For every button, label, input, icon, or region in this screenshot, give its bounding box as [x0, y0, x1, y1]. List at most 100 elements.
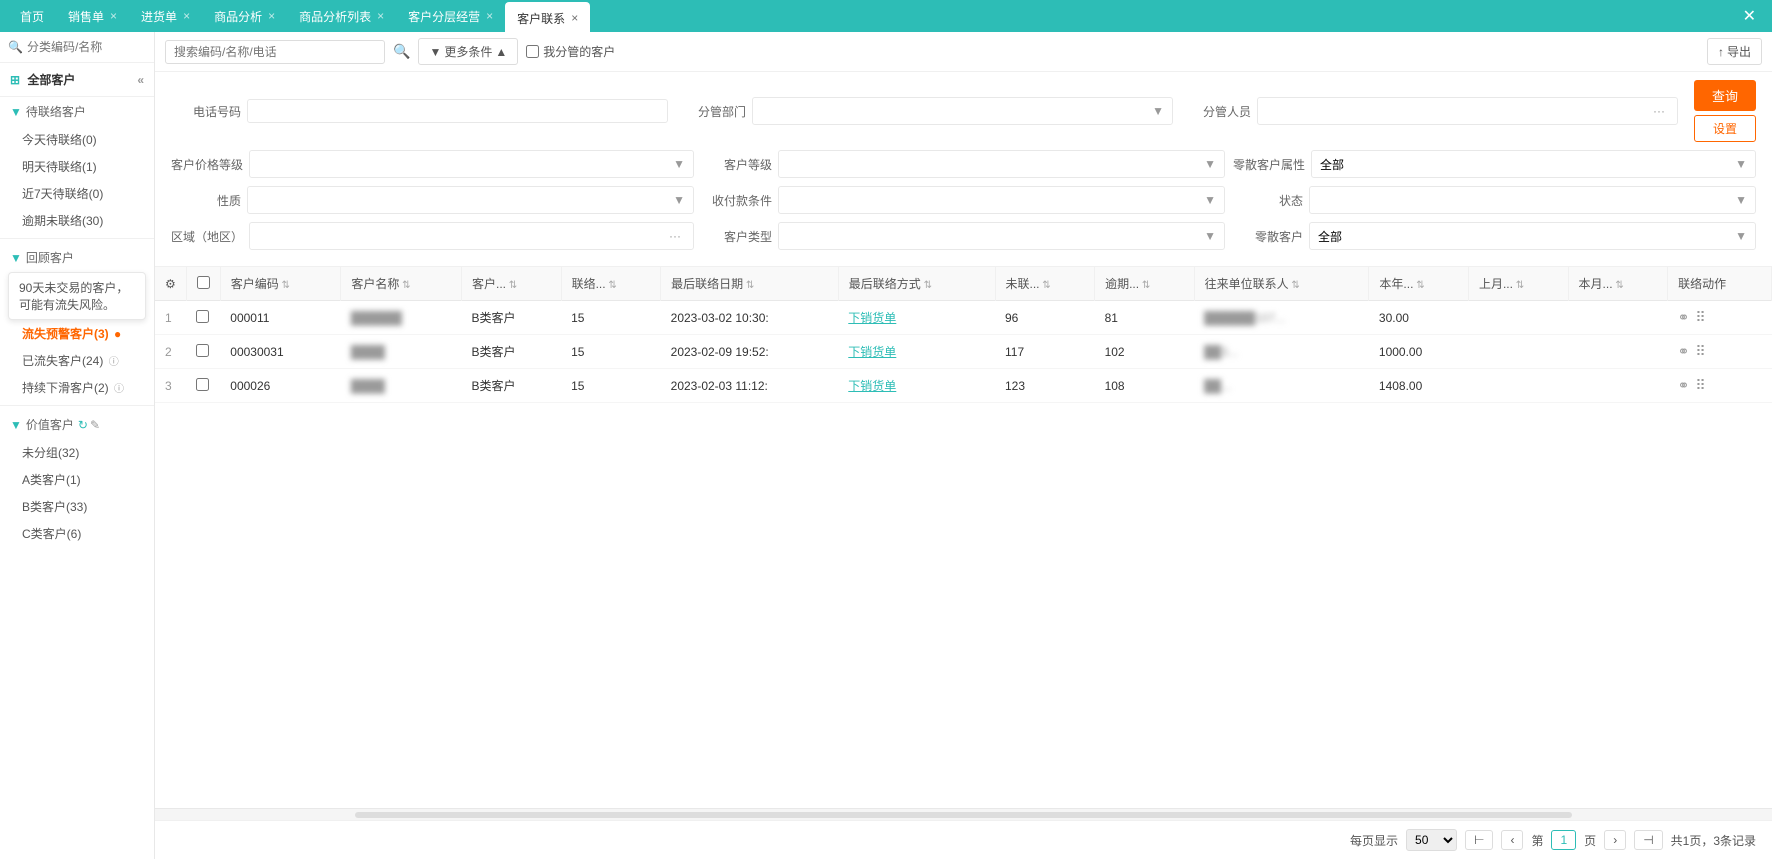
pagination-next[interactable]: › — [1604, 830, 1626, 850]
filter-field-region: 区域（地区） ··· — [171, 222, 694, 250]
col-unit-contact[interactable]: 往来单位联系人 — [1194, 267, 1369, 301]
sidebar-item-class-c[interactable]: C类客户(6) — [0, 520, 154, 547]
col-this-month[interactable]: 本月... — [1568, 267, 1668, 301]
horizontal-scrollbar[interactable] — [155, 808, 1772, 820]
sidebar-item-churn-warning[interactable]: 流失预警客户(3) ● — [0, 320, 154, 347]
sidebar-item-tomorrow[interactable]: 明天待联络(1) — [0, 153, 154, 180]
col-checkbox[interactable] — [186, 267, 220, 301]
sidebar-section-value[interactable]: ▼ 价值客户 ↻ ✎ — [0, 410, 154, 439]
action-more-icon[interactable]: ⠿ — [1695, 343, 1705, 360]
row-last-contact-method[interactable]: 下销货单 — [838, 301, 995, 335]
sidebar-item-churned[interactable]: 已流失客户(24) ⓘ — [0, 347, 154, 374]
search-input[interactable] — [165, 40, 385, 64]
customer-level-select[interactable]: ▼ — [778, 150, 1225, 178]
row-last-contact-method[interactable]: 下销货单 — [838, 369, 995, 403]
action-more-icon[interactable]: ⠿ — [1695, 377, 1705, 394]
col-last-contact-method[interactable]: 最后联络方式 — [838, 267, 995, 301]
row-checkbox[interactable] — [196, 310, 209, 323]
page-size-select[interactable]: 50 100 200 — [1406, 829, 1457, 851]
gender-select[interactable]: ▼ — [247, 186, 694, 214]
close-product-analysis-tab[interactable]: × — [268, 9, 275, 23]
tab-sales[interactable]: 销售单 × — [56, 0, 129, 32]
phone-input[interactable] — [247, 99, 668, 123]
region-select[interactable]: ··· — [249, 222, 694, 250]
pagination-prev[interactable]: ‹ — [1501, 830, 1523, 850]
price-level-select[interactable]: ▼ — [249, 150, 694, 178]
sidebar-item-today[interactable]: 今天待联络(0) — [0, 126, 154, 153]
row-last-contact-method[interactable]: 下销货单 — [838, 335, 995, 369]
close-purchase-tab[interactable]: × — [183, 9, 190, 23]
select-all-checkbox[interactable] — [197, 276, 210, 289]
row-checkbox-cell[interactable] — [186, 301, 220, 335]
close-product-analysis-list-tab[interactable]: × — [377, 9, 384, 23]
sidebar-collapse-icon[interactable]: « — [137, 73, 144, 87]
sidebar-item-ungrouped[interactable]: 未分组(32) — [0, 439, 154, 466]
filter-field-customer-level: 客户等级 ▼ — [702, 150, 1225, 178]
sidebar-item-overdue[interactable]: 逾期未联络(30) — [0, 207, 154, 234]
close-customer-layering-tab[interactable]: × — [486, 9, 493, 23]
query-button[interactable]: 查询 — [1694, 80, 1756, 111]
close-sales-tab[interactable]: × — [110, 9, 117, 23]
filter-row-1: 电话号码 分管部门 ▼ 分管人员 ··· — [171, 80, 1756, 142]
row-checkbox-cell[interactable] — [186, 335, 220, 369]
branch-select[interactable]: ▼ — [752, 97, 1173, 125]
export-button[interactable]: ↑ 导出 — [1707, 38, 1762, 65]
row-type: B类客户 — [462, 369, 562, 403]
zero-customer-select[interactable]: 全部 ▼ — [1309, 222, 1756, 250]
my-customers-checkbox[interactable] — [526, 45, 539, 58]
action-more-icon[interactable]: ⠿ — [1695, 309, 1705, 326]
tab-customer-contact[interactable]: 客户联系 × — [505, 2, 590, 34]
col-code[interactable]: 客户编码 — [220, 267, 341, 301]
row-type: B类客户 — [462, 301, 562, 335]
sidebar-item-class-b[interactable]: B类客户(33) — [0, 493, 154, 520]
col-un-contact[interactable]: 未联... — [995, 267, 1095, 301]
payment-select[interactable]: ▼ — [778, 186, 1225, 214]
tab-customer-layering[interactable]: 客户分层经营 × — [396, 0, 505, 32]
sidebar-item-class-a[interactable]: A类客户(1) — [0, 466, 154, 493]
col-contact[interactable]: 联络... — [561, 267, 661, 301]
row-checkbox[interactable] — [196, 344, 209, 357]
action-link-icon[interactable]: ⚭ — [1678, 377, 1690, 394]
search-button[interactable]: 🔍 — [393, 43, 410, 60]
more-conditions-button[interactable]: ▼ 更多条件 ▲ — [418, 38, 518, 65]
manager-more-btn[interactable]: ··· — [1649, 104, 1669, 118]
settings-button[interactable]: 设置 — [1694, 115, 1756, 142]
pagination-first[interactable]: ⊢ — [1465, 830, 1493, 850]
col-name[interactable]: 客户名称 — [341, 267, 462, 301]
zero-attr-select[interactable]: 全部 ▼ — [1311, 150, 1756, 178]
status-select[interactable]: ▼ — [1309, 186, 1756, 214]
customer-type-select[interactable]: ▼ — [778, 222, 1225, 250]
action-link-icon[interactable]: ⚭ — [1678, 343, 1690, 360]
value-refresh-icon[interactable]: ↻ — [78, 418, 88, 432]
sidebar-section-pending[interactable]: ▼ 待联络客户 — [0, 97, 154, 126]
col-gear[interactable]: ⚙ — [155, 267, 186, 301]
sidebar-item-7days[interactable]: 近7天待联络(0) — [0, 180, 154, 207]
row-checkbox-cell[interactable] — [186, 369, 220, 403]
manager-select[interactable]: ··· — [1257, 97, 1678, 125]
col-overdue[interactable]: 逾期... — [1095, 267, 1195, 301]
col-type[interactable]: 客户... — [462, 267, 562, 301]
tab-home[interactable]: 首页 — [8, 0, 56, 32]
payment-arrow: ▼ — [1204, 193, 1216, 207]
value-edit-icon[interactable]: ✎ — [90, 418, 100, 432]
tab-purchase[interactable]: 进货单 × — [129, 0, 202, 32]
my-customers-checkbox-label[interactable]: 我分管的客户 — [526, 43, 615, 60]
window-close-button[interactable]: ✕ — [1735, 6, 1764, 26]
col-this-year[interactable]: 本年... — [1369, 267, 1469, 301]
pagination-last[interactable]: ⊣ — [1634, 830, 1662, 850]
branch-arrow: ▼ — [1152, 104, 1164, 118]
sidebar-search-input[interactable] — [27, 40, 146, 54]
close-customer-contact-tab[interactable]: × — [571, 11, 578, 25]
action-link-icon[interactable]: ⚭ — [1678, 309, 1690, 326]
filter-row-3: 性质 ▼ 收付款条件 ▼ 状态 — [171, 186, 1756, 214]
tab-product-analysis[interactable]: 商品分析 × — [202, 0, 287, 32]
col-last-month[interactable]: 上月... — [1468, 267, 1568, 301]
col-last-contact-date[interactable]: 最后联络日期 — [661, 267, 839, 301]
tab-product-analysis-list[interactable]: 商品分析列表 × — [287, 0, 396, 32]
sidebar-root[interactable]: ⊞ 全部客户 « — [0, 63, 154, 97]
sidebar-section-review[interactable]: ▼ 回顾客户 — [0, 243, 154, 272]
row-checkbox[interactable] — [196, 378, 209, 391]
region-more-btn[interactable]: ··· — [665, 229, 685, 243]
sidebar-item-declining[interactable]: 持续下滑客户(2) ⓘ — [0, 374, 154, 401]
scrollbar-track[interactable] — [355, 812, 1572, 818]
